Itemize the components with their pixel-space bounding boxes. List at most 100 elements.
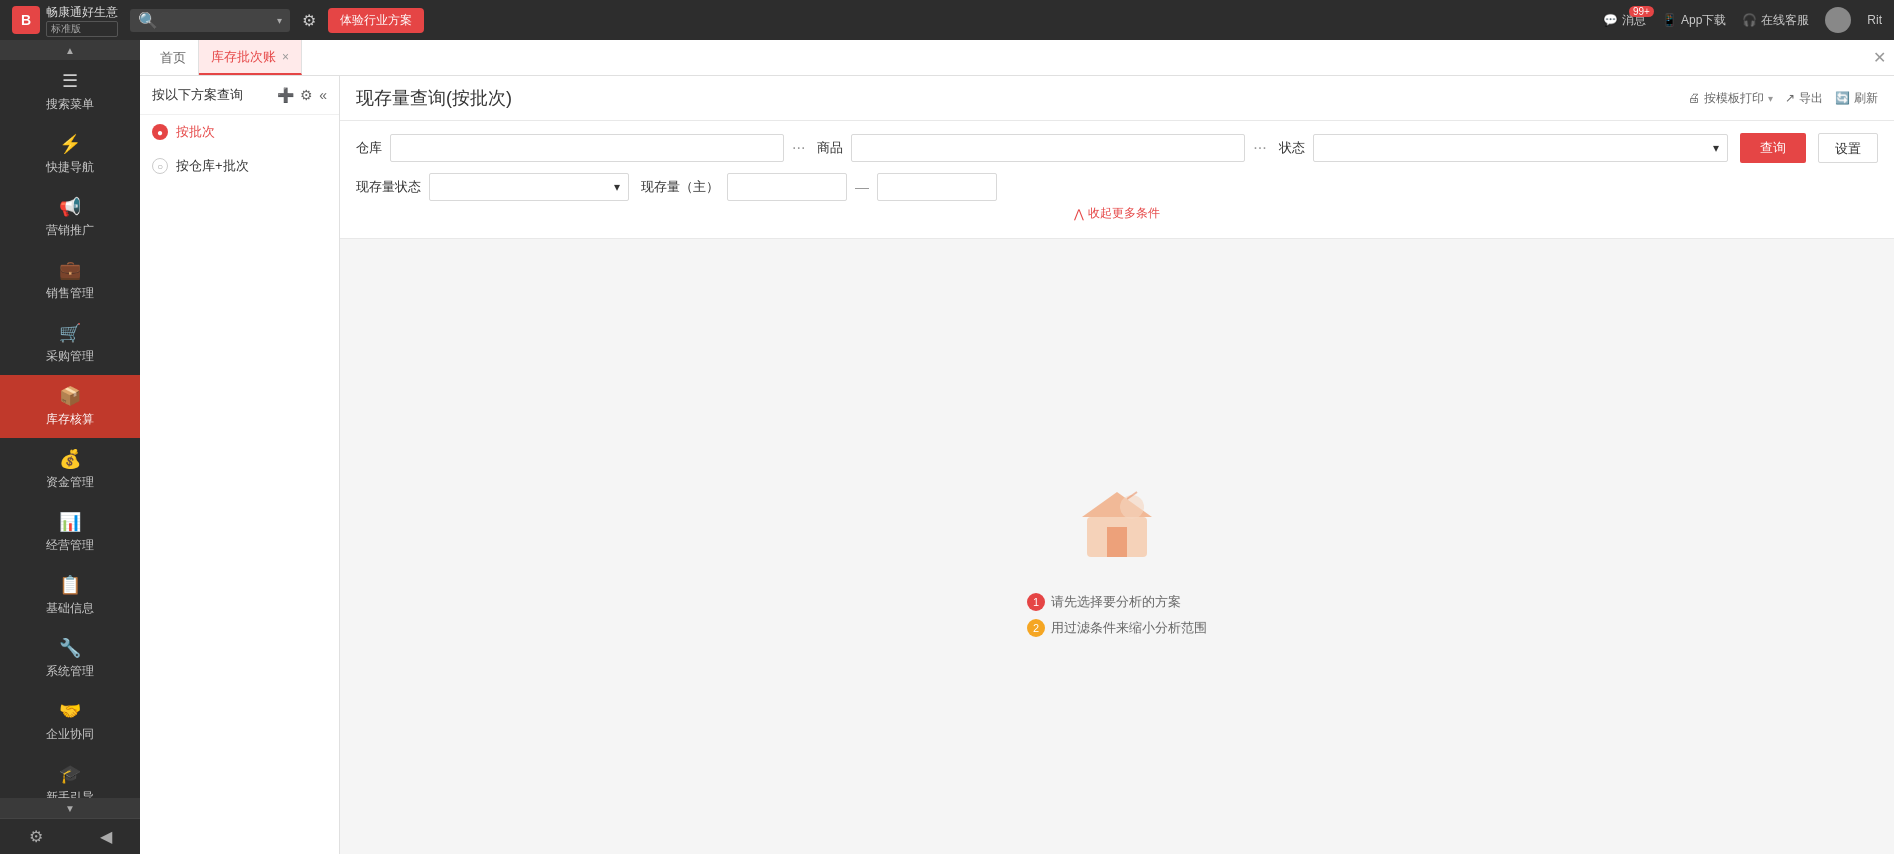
scheme-dot-batch: ● xyxy=(152,124,168,140)
print-dropdown-icon[interactable]: ▾ xyxy=(1768,93,1773,104)
sidebar-settings-icon[interactable]: ⚙ xyxy=(29,827,43,846)
status-label: 状态 xyxy=(1279,139,1305,157)
filter-row-2: 现存量状态 ▾ 现存量（主） — xyxy=(356,173,1878,201)
svg-point-3 xyxy=(1120,495,1144,519)
scheme-settings-icon[interactable]: ⚙ xyxy=(300,87,313,103)
sidebar-item-purchase[interactable]: 🛒 采购管理 xyxy=(0,312,140,375)
scheme-dot-warehouse: ○ xyxy=(152,158,168,174)
sidebar-item-marketing[interactable]: 📢 营销推广 xyxy=(0,186,140,249)
sidebar-item-system[interactable]: 🔧 系统管理 xyxy=(0,627,140,690)
sidebar-item-newbie[interactable]: 🎓 新手引导 xyxy=(0,753,140,798)
warehouse-input[interactable] xyxy=(390,134,784,162)
right-main: 现存量查询(按批次) 🖨 按模板打印 ▾ ↗ 导出 🔄 xyxy=(340,76,1894,854)
scheme-item-batch[interactable]: ● 按批次 xyxy=(140,115,339,149)
warehouse-dots-icon[interactable]: ··· xyxy=(792,139,805,157)
search-menu-icon: ☰ xyxy=(62,70,78,92)
svg-rect-2 xyxy=(1107,527,1127,557)
edition-badge: 标准版 xyxy=(46,21,118,37)
scheme-collapse-icon[interactable]: « xyxy=(319,87,327,103)
sidebar-item-operations[interactable]: 📊 经营管理 xyxy=(0,501,140,564)
messages-btn[interactable]: 💬 消息 99+ xyxy=(1603,12,1646,29)
main-layout: ▲ ☰ 搜索菜单 ⚡ 快捷导航 📢 营销推广 💼 销售管理 🛒 采购管理 xyxy=(0,40,1894,854)
inventory-qty-to[interactable] xyxy=(877,173,997,201)
sidebar-label-basic: 基础信息 xyxy=(46,600,94,617)
sidebar-scroll-down[interactable]: ▼ xyxy=(0,798,140,818)
collapse-label: 收起更多条件 xyxy=(1088,205,1160,222)
user-name[interactable]: Rit xyxy=(1867,13,1882,27)
sidebar-item-enterprise[interactable]: 🤝 企业协同 xyxy=(0,690,140,753)
scheme-panel-title: 按以下方案查询 xyxy=(152,86,243,104)
sidebar-label-newbie: 新手引导 xyxy=(46,789,94,798)
sidebar-scroll-up[interactable]: ▲ xyxy=(0,40,140,60)
sidebar-label-purchase: 采购管理 xyxy=(46,348,94,365)
scheme-label-batch: 按批次 xyxy=(176,123,215,141)
print-btn[interactable]: 🖨 按模板打印 ▾ xyxy=(1688,90,1773,107)
sidebar-label-marketing: 营销推广 xyxy=(46,222,94,239)
collapse-btn[interactable]: ⋀ 收起更多条件 xyxy=(356,201,1878,226)
purchase-icon: 🛒 xyxy=(59,322,81,344)
sidebar-label-search: 搜索菜单 xyxy=(46,96,94,113)
message-icon: 💬 xyxy=(1603,13,1618,27)
top-search-input[interactable] xyxy=(162,13,273,27)
tab-inventory-batch[interactable]: 库存批次账 × xyxy=(199,40,302,75)
sidebar: ▲ ☰ 搜索菜单 ⚡ 快捷导航 📢 营销推广 💼 销售管理 🛒 采购管理 xyxy=(0,40,140,854)
company-name: 畅康通好生意 xyxy=(46,4,118,21)
settings-icon[interactable]: ⚙ xyxy=(302,11,316,30)
header-actions: 💬 消息 99+ 📱 App下载 🎧 在线客服 Rit xyxy=(1603,7,1882,33)
search-icon: 🔍 xyxy=(138,11,158,30)
online-service-btn[interactable]: 🎧 在线客服 xyxy=(1742,12,1809,29)
app-download-label: App下载 xyxy=(1681,12,1726,29)
basic-icon: 📋 xyxy=(59,574,81,596)
sidebar-bottom: ⚙ ◀ xyxy=(0,818,140,854)
user-avatar[interactable] xyxy=(1825,7,1851,33)
tab-panel-close-icon[interactable]: ✕ xyxy=(1873,48,1886,67)
chevron-down-icon[interactable]: ▾ xyxy=(277,15,282,26)
page-content: 按以下方案查询 ➕ ⚙ « ● 按批次 ○ 按仓库+批次 xyxy=(140,76,1894,854)
sidebar-item-sales[interactable]: 💼 销售管理 xyxy=(0,249,140,312)
goods-input[interactable] xyxy=(851,134,1245,162)
app-download-btn[interactable]: 📱 App下载 xyxy=(1662,12,1726,29)
tab-home[interactable]: 首页 xyxy=(148,40,199,75)
refresh-btn[interactable]: 🔄 刷新 xyxy=(1835,90,1878,107)
filter-area: 仓库 ··· 商品 ··· 状态 xyxy=(340,121,1894,239)
sidebar-item-finance[interactable]: 💰 资金管理 xyxy=(0,438,140,501)
online-service-label: 在线客服 xyxy=(1761,12,1809,29)
content-area: 首页 库存批次账 × ✕ 按以下方案查询 ➕ ⚙ « xyxy=(140,40,1894,854)
sidebar-item-inventory[interactable]: 📦 库存核算 xyxy=(0,375,140,438)
export-btn[interactable]: ↗ 导出 xyxy=(1785,90,1823,107)
top-search-box[interactable]: 🔍 ▾ xyxy=(130,9,290,32)
inventory-status-label: 现存量状态 xyxy=(356,178,421,196)
sidebar-label-enterprise: 企业协同 xyxy=(46,726,94,743)
marketing-icon: 📢 xyxy=(59,196,81,218)
scheme-item-warehouse-batch[interactable]: ○ 按仓库+批次 xyxy=(140,149,339,183)
dash-icon: — xyxy=(855,179,869,195)
export-icon: ↗ xyxy=(1785,91,1795,105)
printer-icon: 🖨 xyxy=(1688,91,1700,105)
trial-btn[interactable]: 体验行业方案 xyxy=(328,8,424,33)
status-filter-group: 状态 ▾ xyxy=(1279,134,1728,162)
inventory-qty-from[interactable] xyxy=(727,173,847,201)
status-select[interactable]: ▾ xyxy=(1313,134,1728,162)
inventory-status-chevron-down-icon: ▾ xyxy=(614,180,620,194)
sidebar-item-search[interactable]: ☰ 搜索菜单 xyxy=(0,60,140,123)
sidebar-label-sales: 销售管理 xyxy=(46,285,94,302)
inventory-status-select[interactable]: ▾ xyxy=(429,173,629,201)
empty-illustration xyxy=(1057,457,1177,577)
tip-2-text: 用过滤条件来缩小分析范围 xyxy=(1051,619,1207,637)
tab-inventory-batch-label: 库存批次账 xyxy=(211,48,276,66)
print-label: 按模板打印 xyxy=(1704,90,1764,107)
sidebar-label-quick-nav: 快捷导航 xyxy=(46,159,94,176)
goods-dots-icon[interactable]: ··· xyxy=(1253,139,1266,157)
logo-icon: B xyxy=(12,6,40,34)
inventory-qty-group: 现存量（主） — xyxy=(641,173,997,201)
settings-button[interactable]: 设置 xyxy=(1818,133,1878,163)
page-header: 现存量查询(按批次) 🖨 按模板打印 ▾ ↗ 导出 🔄 xyxy=(340,76,1894,121)
sidebar-item-quick-nav[interactable]: ⚡ 快捷导航 xyxy=(0,123,140,186)
query-button[interactable]: 查询 xyxy=(1740,133,1806,163)
newbie-icon: 🎓 xyxy=(59,763,81,785)
sidebar-label-system: 系统管理 xyxy=(46,663,94,680)
sidebar-collapse-icon[interactable]: ◀ xyxy=(100,827,112,846)
add-scheme-icon[interactable]: ➕ xyxy=(277,87,294,103)
tab-close-icon[interactable]: × xyxy=(282,50,289,64)
sidebar-item-basic[interactable]: 📋 基础信息 xyxy=(0,564,140,627)
